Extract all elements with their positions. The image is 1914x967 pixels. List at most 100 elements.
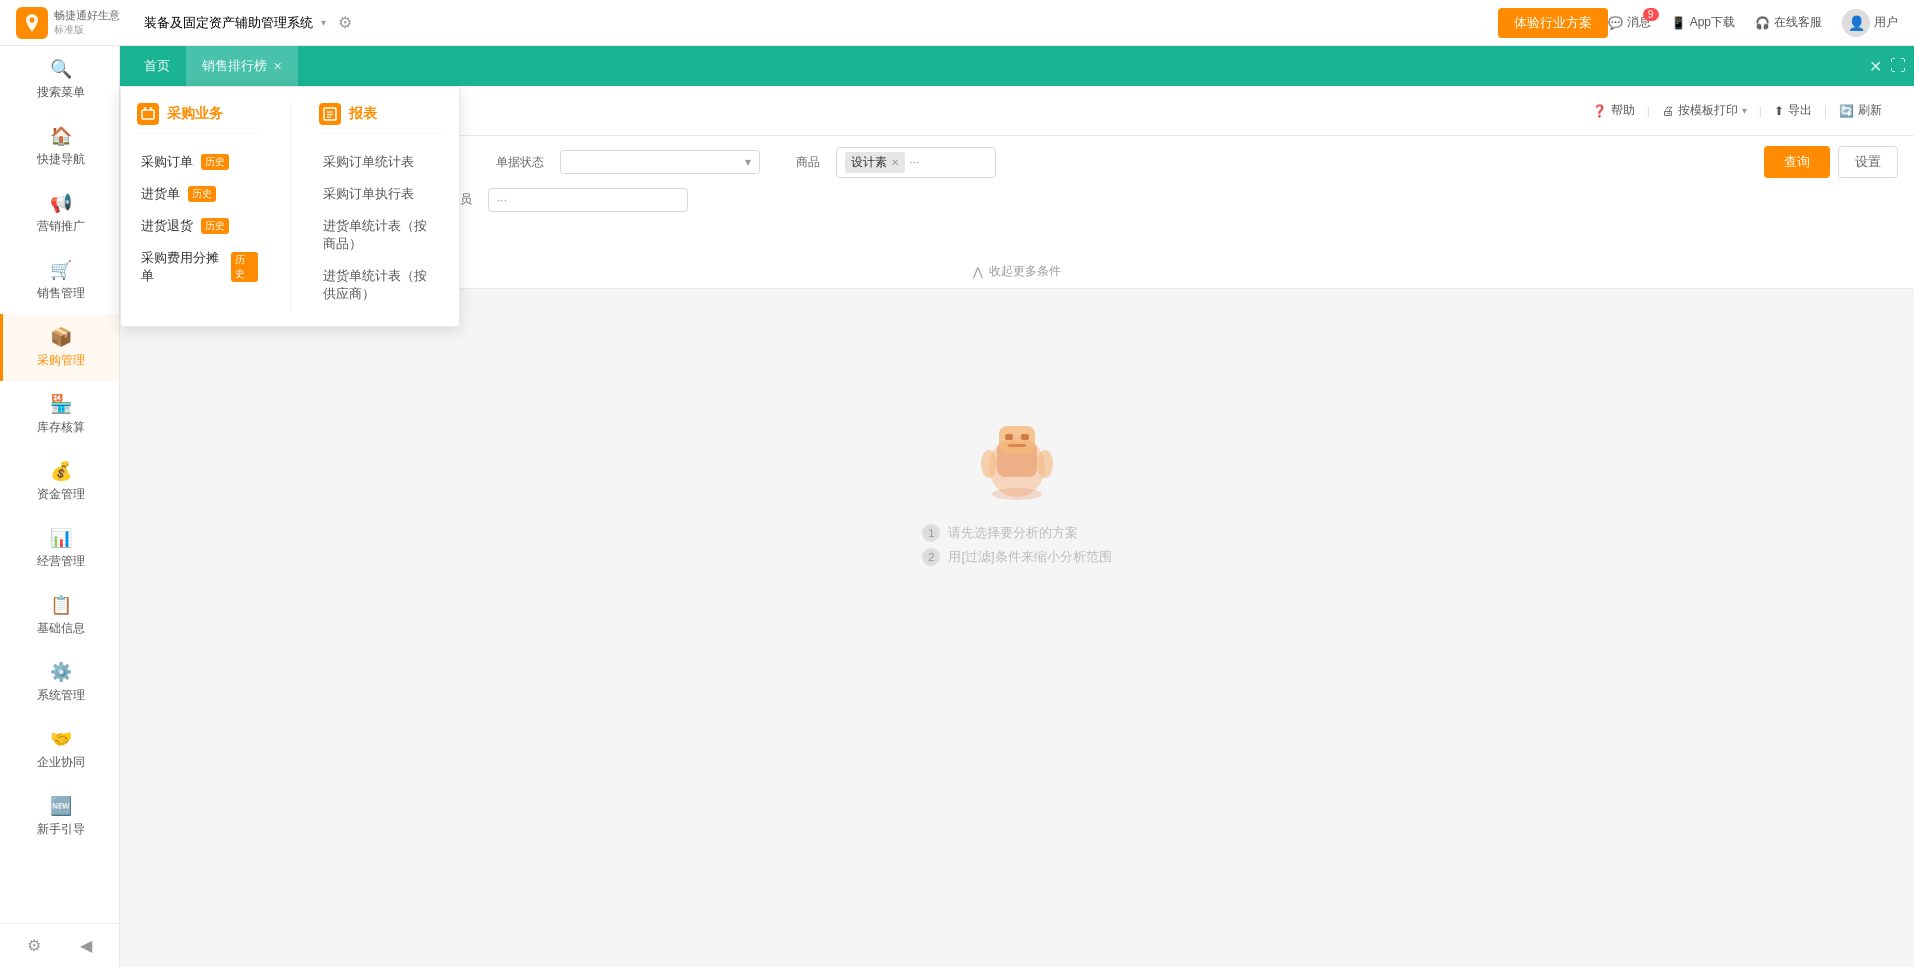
query-btn[interactable]: 查询 [1764,146,1830,178]
sidebar-item-basic-info[interactable]: 📋 基础信息 [0,582,119,649]
app-download-label: App下载 [1690,14,1735,31]
user-item[interactable]: 👤 用户 [1842,9,1898,37]
sidebar-item-search[interactable]: 🔍 搜索菜单 [0,46,119,113]
sidebar-item-marketing[interactable]: 📢 营销推广 [0,180,119,247]
goods-more-icon[interactable]: ··· [909,155,919,169]
industry-btn[interactable]: 体验行业方案 [1498,8,1608,38]
svg-rect-3 [999,426,1035,454]
home-icon: 🏠 [50,125,72,147]
print-icon: 🖨 [1662,104,1674,118]
purchase-col-title: 采购业务 [167,105,223,123]
sidebar-item-inventory[interactable]: 🏪 库存核算 [0,381,119,448]
notification-badge: 9 [1643,8,1659,21]
sidebar-item-sales[interactable]: 🛒 销售管理 [0,247,119,314]
print-arrow-icon: ▾ [1742,105,1747,116]
purchase-order-label: 采购订单 [141,153,193,171]
sidebar-item-quick-nav[interactable]: 🏠 快捷导航 [0,113,119,180]
refresh-btn[interactable]: 🔄 刷新 [1839,102,1882,119]
menu-purchase-cost[interactable]: 采购费用分摊单 历史 [137,242,262,292]
sidebar-item-system[interactable]: ⚙️ 系统管理 [0,649,119,716]
hint-text-1: 请先选择要分析的方案 [948,524,1078,542]
salesperson-more-icon[interactable]: ··· [497,193,507,207]
purchase-order-stat-label: 采购订单统计表 [323,153,414,171]
salesperson-select[interactable]: ··· [488,188,688,212]
menu-purchase-order-exec[interactable]: 采购订单执行表 [319,178,444,210]
sidebar-bottom: ⚙ ◀ [0,923,119,967]
sidebar-item-newbie[interactable]: 🆕 新手引导 [0,783,119,850]
doc-status-select[interactable]: ▾ [560,150,760,174]
online-service-item[interactable]: 🎧 在线客服 [1755,14,1822,31]
tab-sales-ranking[interactable]: 销售排行榜 ✕ [186,46,298,86]
doc-status-arrow: ▾ [745,155,751,169]
hint-1: 1 请先选择要分析的方案 [922,524,1111,542]
svg-point-8 [1037,450,1053,478]
app-download-item[interactable]: 📱 App下载 [1671,14,1735,31]
empty-state: 1 请先选择要分析的方案 2 用[过滤]条件来缩小分析范围 [120,289,1914,689]
sidebar-item-purchase[interactable]: 📦 采购管理 [0,314,119,381]
online-service-label: 在线客服 [1774,14,1822,31]
menu-purchase-order[interactable]: 采购订单 历史 [137,146,262,178]
tab-sales-ranking-label: 销售排行榜 [202,57,267,75]
print-label: 按模板打印 [1678,102,1738,119]
sidebar-label-enterprise: 企业协同 [37,754,85,771]
sidebar-label-newbie: 新手引导 [37,821,85,838]
export-btn[interactable]: ⬆ 导出 [1774,102,1812,119]
system-title-text: 装备及固定资产辅助管理系统 [144,14,313,32]
help-label: 帮助 [1611,102,1635,119]
cart-icon: 🛒 [50,259,72,281]
settings-bottom-icon[interactable]: ⚙ [27,936,41,955]
svg-point-0 [30,17,35,22]
menu-stock-in[interactable]: 进货单 历史 [137,178,262,210]
svg-rect-4 [1005,434,1013,440]
stock-in-label: 进货单 [141,185,180,203]
menu-purchase-order-stat[interactable]: 采购订单统计表 [319,146,444,178]
svg-point-9 [992,488,1042,500]
empty-hints: 1 请先选择要分析的方案 2 用[过滤]条件来缩小分析范围 [922,524,1111,566]
menu-stock-return[interactable]: 进货退货 历史 [137,210,262,242]
sidebar-label-operations: 经营管理 [37,553,85,570]
dropdown-arrow-icon[interactable]: ▾ [321,17,326,28]
tab-close-window-icon[interactable]: ✕ [1869,57,1882,76]
tab-maximize-icon[interactable]: ⛶ [1890,57,1906,76]
sep1: | [1647,104,1650,118]
stock-return-label: 进货退货 [141,217,193,235]
filter-settings-btn[interactable]: 设置 [1838,146,1898,178]
sep3: | [1824,104,1827,118]
sidebar-label-marketing: 营销推广 [37,218,85,235]
sidebar-item-finance[interactable]: 💰 资金管理 [0,448,119,515]
dropdown-menu: 采购业务 采购订单 历史 进货单 历史 进货退货 历史 采购费用分摊单 历史 [120,86,460,327]
notification-item[interactable]: 💬 消息 9 [1608,14,1651,31]
sidebar-label-quick-nav: 快捷导航 [37,151,85,168]
message-icon: 💬 [1608,16,1623,30]
money-icon: 💰 [50,460,72,482]
logo-brand: 畅捷通好生意 [54,8,120,22]
sidebar-label-sales: 销售管理 [37,285,85,302]
collapse-sidebar-icon[interactable]: ◀ [80,936,92,955]
sidebar-label-inventory: 库存核算 [37,419,85,436]
sidebar: 🔍 搜索菜单 🏠 快捷导航 📢 营销推广 🛒 销售管理 📦 采购管理 🏪 库存核… [0,46,120,967]
hint-num-2: 2 [922,548,940,566]
headset-icon: 🎧 [1755,16,1770,30]
menu-stock-in-stat-supplier[interactable]: 进货单统计表（按供应商） [319,260,444,310]
header-right: 💬 消息 9 📱 App下载 🎧 在线客服 👤 用户 [1608,9,1898,37]
report-col-header: 报表 [319,103,444,134]
sidebar-item-enterprise[interactable]: 🤝 企业协同 [0,716,119,783]
phone-icon: 📱 [1671,16,1686,30]
goods-tag-close-icon[interactable]: ✕ [891,157,899,168]
hint-2: 2 用[过滤]条件来缩小分析范围 [922,548,1111,566]
help-btn[interactable]: ❓ 帮助 [1592,102,1635,119]
menu-stock-in-stat-goods[interactable]: 进货单统计表（按商品） [319,210,444,260]
sidebar-item-operations[interactable]: 📊 经营管理 [0,515,119,582]
purchase-order-exec-label: 采购订单执行表 [323,185,414,203]
tab-close-icon[interactable]: ✕ [273,60,282,73]
hint-text-2: 用[过滤]条件来缩小分析范围 [948,548,1111,566]
tab-home-label: 首页 [144,57,170,75]
tab-home[interactable]: 首页 [128,46,186,86]
goods-tag-text: 设计素 [851,154,887,171]
purchase-col-header: 采购业务 [137,103,262,134]
logo-icon [16,7,48,39]
goods-select[interactable]: 设计素 ✕ ··· [836,147,996,178]
search-icon: 🔍 [50,58,72,80]
print-btn[interactable]: 🖨 按模板打印 ▾ [1662,102,1747,119]
settings-icon[interactable]: ⚙ [338,13,352,32]
